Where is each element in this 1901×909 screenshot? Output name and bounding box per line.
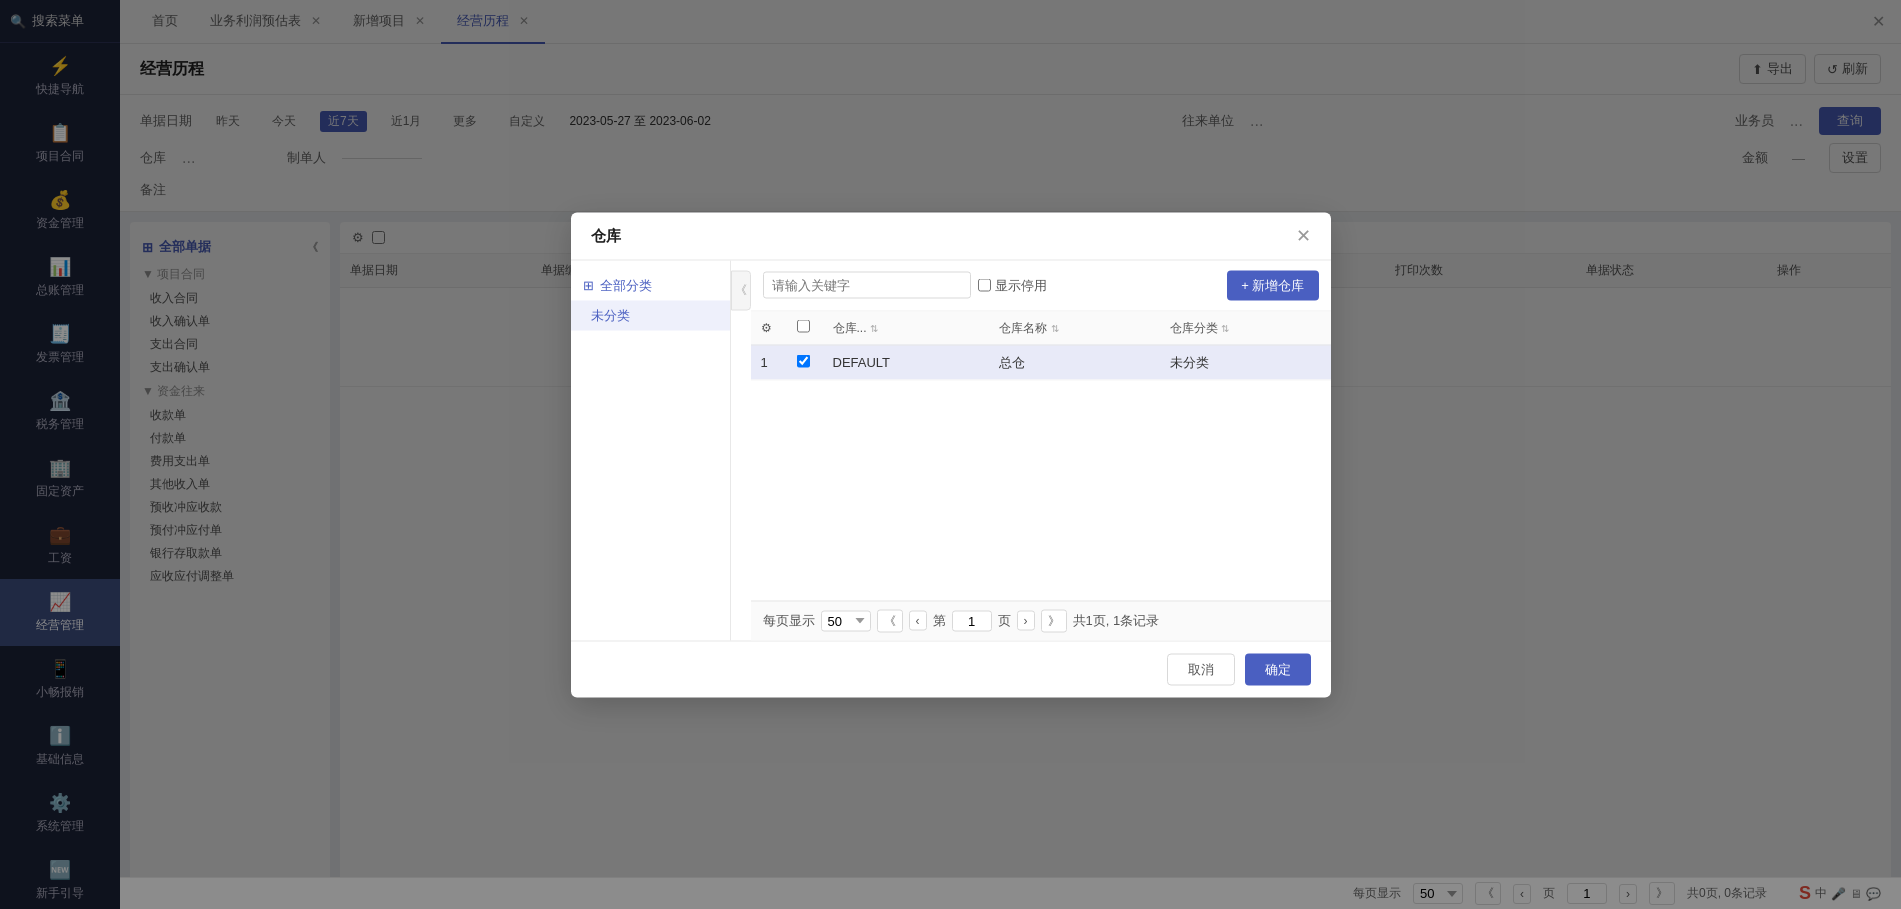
sort-icon-name: ⇅ — [1051, 322, 1059, 333]
row-code: DEFAULT — [823, 345, 990, 380]
row-category: 未分类 — [1160, 345, 1331, 380]
col-setting[interactable]: ⚙ — [751, 311, 787, 345]
col-warehouse-name: 仓库名称 ⇅ — [989, 311, 1160, 345]
modal-body: ⊞ 全部分类 未分类 《 🔍 显示停用 + 新增仓库 — [571, 260, 1331, 640]
grid-icon: ⊞ — [583, 278, 594, 293]
sort-icon-cat: ⇅ — [1221, 322, 1229, 333]
category-item-unclassified[interactable]: 未分类 — [571, 300, 730, 330]
category-panel: ⊞ 全部分类 未分类 — [571, 260, 731, 640]
show-disabled-checkbox[interactable] — [978, 279, 991, 292]
modal-page-suffix: 页 — [998, 612, 1011, 630]
modal-next-page[interactable]: › — [1017, 611, 1035, 631]
modal-page-input[interactable] — [952, 610, 992, 631]
warehouse-modal: 仓库 ✕ ⊞ 全部分类 未分类 《 🔍 显示停用 — [571, 212, 1331, 697]
modal-first-page[interactable]: 《 — [877, 609, 903, 632]
modal-table: ⚙ 仓库... ⇅ 仓库名称 ⇅ 仓库分类 — [751, 311, 1331, 380]
show-disabled-label[interactable]: 显示停用 — [978, 276, 1047, 294]
sort-icon-code: ⇅ — [870, 322, 878, 333]
modal-prev-page[interactable]: ‹ — [909, 611, 927, 631]
modal-table-wrap: ⚙ 仓库... ⇅ 仓库名称 ⇅ 仓库分类 — [751, 311, 1331, 600]
content-panel: 🔍 显示停用 + 新增仓库 ⚙ — [751, 260, 1331, 640]
table-row[interactable]: 1 DEFAULT 总仓 未分类 — [751, 345, 1331, 380]
modal-pagination: 每页显示 50 100 《 ‹ 第 页 › 》 共1页, 1条记录 — [751, 600, 1331, 640]
category-collapse-btn[interactable]: 《 — [731, 270, 751, 310]
confirm-button[interactable]: 确定 — [1245, 653, 1311, 685]
row-id: 1 — [751, 345, 787, 380]
row-checkbox-cell[interactable] — [787, 345, 823, 380]
modal-total: 共1页, 1条记录 — [1073, 612, 1160, 630]
modal-footer: 取消 确定 — [571, 640, 1331, 697]
modal-select-all[interactable] — [797, 320, 810, 333]
col-warehouse-code: 仓库... ⇅ — [823, 311, 990, 345]
category-all[interactable]: ⊞ 全部分类 — [571, 270, 730, 300]
row-name: 总仓 — [989, 345, 1160, 380]
cancel-button[interactable]: 取消 — [1167, 653, 1235, 685]
modal-title: 仓库 — [591, 226, 621, 245]
col-warehouse-category: 仓库分类 ⇅ — [1160, 311, 1331, 345]
add-warehouse-button[interactable]: + 新增仓库 — [1227, 270, 1318, 300]
modal-last-page[interactable]: 》 — [1041, 609, 1067, 632]
modal-search-bar: 🔍 显示停用 + 新增仓库 — [751, 260, 1331, 311]
modal-close-button[interactable]: ✕ — [1296, 227, 1311, 245]
modal-search-input[interactable] — [763, 272, 971, 299]
modal-page-label: 第 — [933, 612, 946, 630]
col-checkbox-header[interactable] — [787, 311, 823, 345]
modal-page-size-label: 每页显示 — [763, 612, 815, 630]
row-checkbox[interactable] — [797, 354, 810, 367]
modal-header: 仓库 ✕ — [571, 212, 1331, 260]
modal-page-size-select[interactable]: 50 100 — [821, 610, 871, 631]
